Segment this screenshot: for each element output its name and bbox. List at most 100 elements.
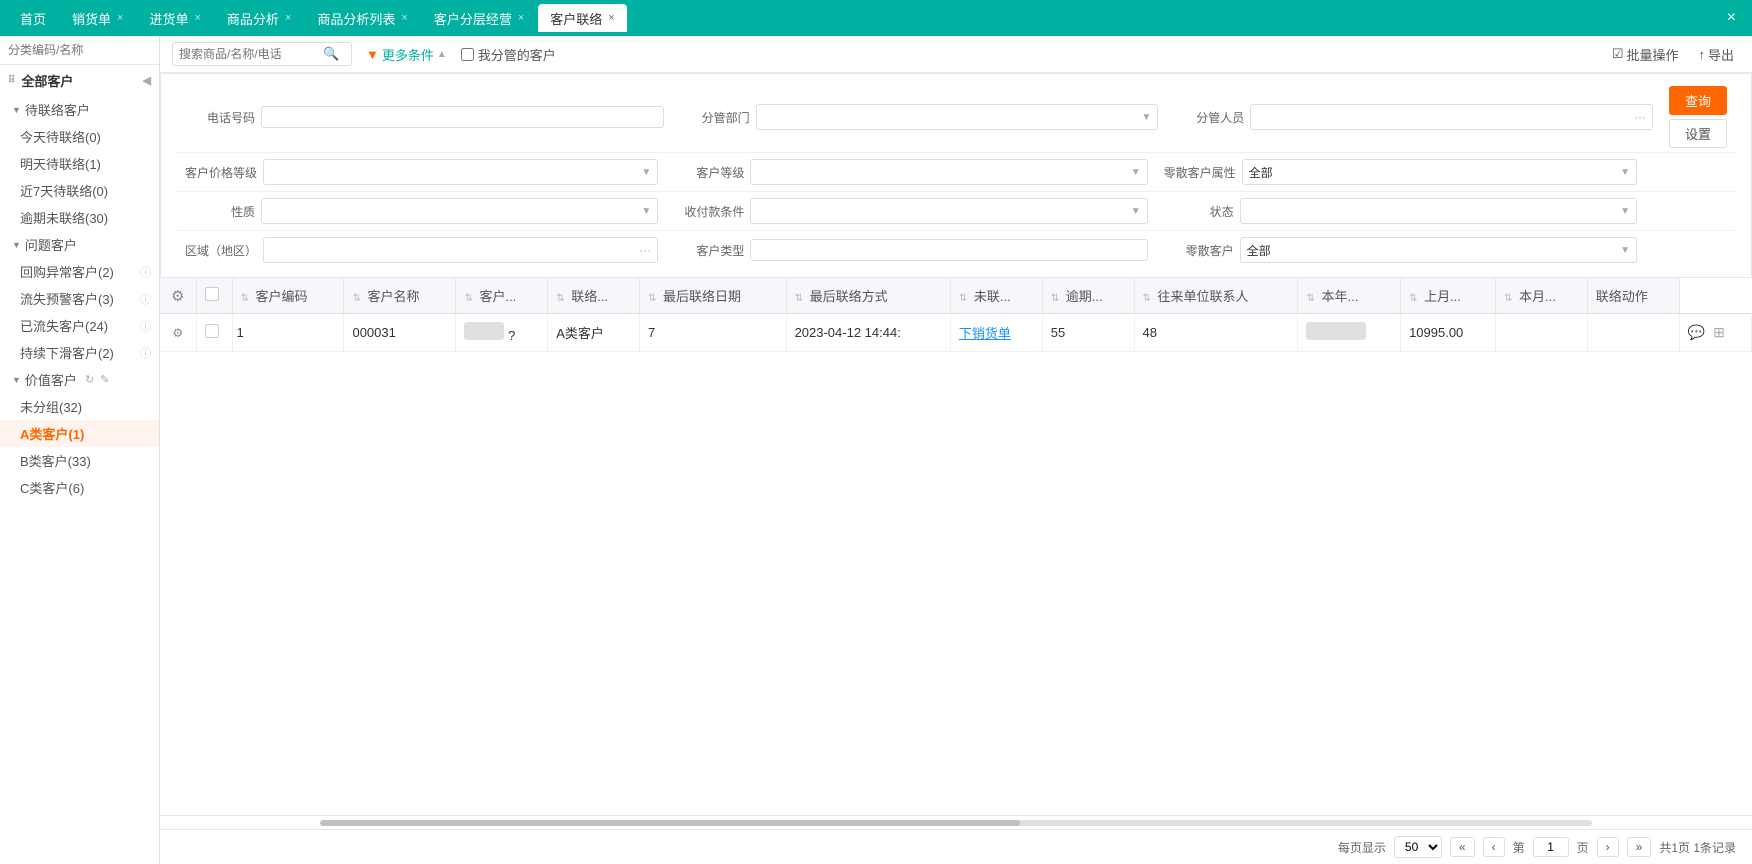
sidebar-item-repurchase-anomaly[interactable]: 回购异常客户(2) ⓘ xyxy=(0,258,159,285)
triangle-icon: ▼ xyxy=(12,105,21,115)
nav-tab-analysis-list[interactable]: 商品分析列表 × xyxy=(305,4,419,32)
close-all-button[interactable]: × xyxy=(1719,9,1744,27)
dept-arrow-icon: ▼ xyxy=(1141,112,1151,123)
refresh-icon[interactable]: ↻ xyxy=(85,373,94,386)
row-chat-icon[interactable]: 💬 xyxy=(1688,324,1705,341)
sidebar-group-value[interactable]: ▼ 价值客户 ↻ ✎ xyxy=(0,366,159,393)
nature-arrow-icon: ▼ xyxy=(641,206,651,217)
row-qr-icon[interactable]: ⊞ xyxy=(1713,324,1725,341)
first-page-button[interactable]: « xyxy=(1450,837,1475,857)
close-analysis-list-icon[interactable]: × xyxy=(401,12,407,24)
sort-icon-last-month: ⇅ xyxy=(1409,293,1417,304)
page-size-select[interactable]: 50 xyxy=(1394,836,1442,858)
sidebar-search-input[interactable] xyxy=(8,43,160,57)
phone-input[interactable] xyxy=(261,106,664,128)
select-all-checkbox[interactable] xyxy=(205,287,219,301)
customer-type-input[interactable] xyxy=(750,239,1147,261)
filter-cell-status: 状态 ▼ xyxy=(1156,192,1645,230)
retail-attr-arrow-icon: ▼ xyxy=(1620,167,1630,178)
row-checkbox[interactable] xyxy=(205,324,219,338)
close-customer-tier-icon[interactable]: × xyxy=(518,12,524,24)
sidebar-item-churn-warning[interactable]: 流失预警客户(3) ⓘ xyxy=(0,285,159,312)
close-customer-contact-icon[interactable]: × xyxy=(608,12,614,24)
col-this-month-label: 本月... xyxy=(1519,289,1556,304)
sort-icon-year: ⇅ xyxy=(1306,293,1314,304)
row-last-method[interactable]: 下销货单 xyxy=(959,326,1011,341)
filter-more-button[interactable]: ▼ 更多条件 ▲ xyxy=(360,43,453,66)
settings-gear-icon[interactable]: ⚙ xyxy=(168,287,188,305)
nav-tab-customer-tier[interactable]: 客户分层经营 × xyxy=(422,4,536,32)
filter-cell-region: 区域（地区） ··· xyxy=(177,231,666,269)
close-sales-icon[interactable]: × xyxy=(117,12,123,24)
edit-icon[interactable]: ✎ xyxy=(100,373,109,386)
row-index: 1 xyxy=(237,325,244,340)
sidebar-all-customers[interactable]: ⠿ 全部客户 ◀ xyxy=(0,65,159,96)
manager-input[interactable]: ··· xyxy=(1250,104,1653,130)
sort-icon-unlink: ⇅ xyxy=(959,293,967,304)
payment-arrow-icon: ▼ xyxy=(1131,206,1141,217)
nav-tab-sales[interactable]: 销货单 × xyxy=(60,4,135,32)
retail-attr-select[interactable]: 全部 ▼ xyxy=(1242,159,1637,185)
sidebar-group-problem[interactable]: ▼ 问题客户 xyxy=(0,231,159,258)
price-level-select[interactable]: ▼ xyxy=(263,159,658,185)
last-page-button[interactable]: » xyxy=(1627,837,1652,857)
sidebar-item-c-customers[interactable]: C类客户(6) xyxy=(0,474,159,501)
c-customers-label: C类客户(6) xyxy=(20,478,84,497)
sidebar-item-declining[interactable]: 持续下滑客户(2) ⓘ xyxy=(0,339,159,366)
sidebar-item-tomorrow[interactable]: 明天待联络(1) xyxy=(0,150,159,177)
nav-customer-tier-label: 客户分层经营 xyxy=(434,9,512,28)
batch-ops-button[interactable]: ☑ 批量操作 xyxy=(1606,43,1685,66)
query-button[interactable]: 查询 xyxy=(1669,86,1727,115)
price-level-arrow-icon: ▼ xyxy=(641,167,651,178)
info-icon-2: ⓘ xyxy=(140,291,151,307)
sidebar-group-pending[interactable]: ▼ 待联络客户 xyxy=(0,96,159,123)
nav-tab-customer-contact[interactable]: 客户联络 × xyxy=(538,4,626,32)
filter-cell-payment: 收付款条件 ▼ xyxy=(666,192,1155,230)
nav-sales-label: 销货单 xyxy=(72,9,111,28)
sidebar-item-ungrouped[interactable]: 未分组(32) xyxy=(0,393,159,420)
value-group-label: 价值客户 xyxy=(25,370,77,389)
sidebar-item-churned[interactable]: 已流失客户(24) ⓘ xyxy=(0,312,159,339)
col-last-date-label: 最后联络日期 xyxy=(663,289,741,304)
retail-customer-select[interactable]: 全部 ▼ xyxy=(1240,237,1637,263)
close-analysis-icon[interactable]: × xyxy=(285,12,291,24)
retail-customer-label: 零散客户 xyxy=(1164,242,1234,259)
customers-table: ⚙ ⇅ 客户编码 ⇅ 客户名称 xyxy=(160,278,1752,352)
export-button[interactable]: ↑ 导出 xyxy=(1692,43,1740,66)
settings-button[interactable]: 设置 xyxy=(1669,119,1727,148)
triangle-icon-3: ▼ xyxy=(12,375,21,385)
sidebar-item-a-customers[interactable]: A类客户(1) xyxy=(0,420,159,447)
status-select[interactable]: ▼ xyxy=(1240,198,1637,224)
info-icon-1: ⓘ xyxy=(140,264,151,280)
nav-tab-analysis[interactable]: 商品分析 × xyxy=(215,4,303,32)
all-customers-label: 全部客户 xyxy=(21,71,73,90)
next-page-button[interactable]: › xyxy=(1597,837,1619,857)
my-customers-checkbox[interactable] xyxy=(461,48,474,61)
col-code-label: 客户编码 xyxy=(256,289,308,304)
scroll-thumb[interactable] xyxy=(320,820,1020,826)
nav-tab-purchase[interactable]: 进货单 × xyxy=(137,4,212,32)
prev-page-button[interactable]: ‹ xyxy=(1483,837,1505,857)
col-action-label: 联络动作 xyxy=(1596,289,1648,304)
sidebar-item-7days[interactable]: 近7天待联络(0) xyxy=(0,177,159,204)
row-gear-icon[interactable]: ⚙ xyxy=(168,326,188,340)
customer-level-select[interactable]: ▼ xyxy=(750,159,1147,185)
row-last-date-cell: 2023-04-12 14:44: xyxy=(786,314,950,352)
sidebar-item-b-customers[interactable]: B类客户(33) xyxy=(0,447,159,474)
my-customers-checkbox-label[interactable]: 我分管的客户 xyxy=(461,45,556,64)
toolbar-search-input[interactable] xyxy=(179,47,319,61)
close-purchase-icon[interactable]: × xyxy=(194,12,200,24)
row-unlink: 55 xyxy=(1051,325,1065,340)
page-number-input[interactable] xyxy=(1533,837,1569,857)
pagination: 每页显示 50 « ‹ 第 页 › » 共1页 1条记录 xyxy=(160,829,1752,864)
scroll-track[interactable] xyxy=(320,820,1592,826)
sidebar-item-overdue[interactable]: 逾期未联络(30) xyxy=(0,204,159,231)
nature-select[interactable]: ▼ xyxy=(261,198,658,224)
dept-select[interactable]: ▼ xyxy=(756,104,1159,130)
payment-select[interactable]: ▼ xyxy=(750,198,1147,224)
region-select[interactable]: ··· xyxy=(263,237,658,263)
horizontal-scrollbar[interactable] xyxy=(160,815,1752,829)
sort-icon-code: ⇅ xyxy=(241,293,249,304)
sidebar-item-today[interactable]: 今天待联络(0) xyxy=(0,123,159,150)
nav-tab-home[interactable]: 首页 xyxy=(8,4,58,32)
